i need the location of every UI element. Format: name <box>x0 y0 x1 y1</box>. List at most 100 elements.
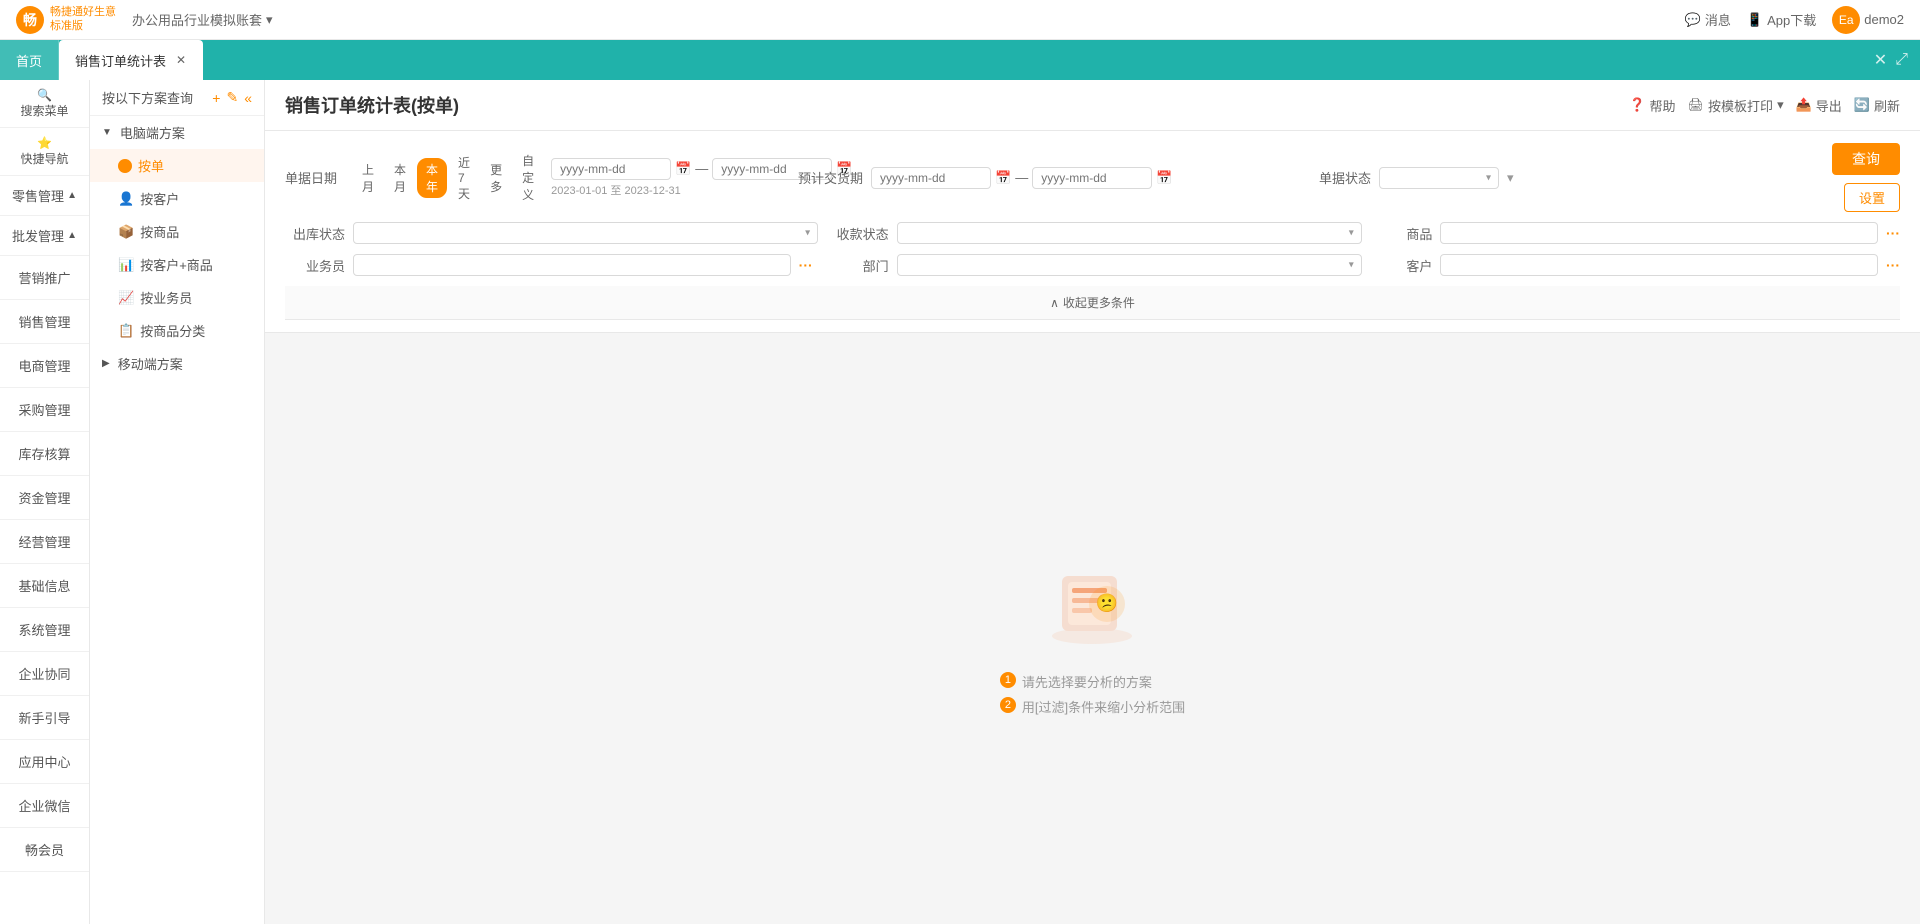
export-button[interactable]: 📤 导出 <box>1796 96 1842 115</box>
app-download-button[interactable]: 📱 App下载 <box>1747 10 1816 29</box>
salesperson-input[interactable] <box>353 254 791 276</box>
category-icon: 📋 <box>118 323 134 339</box>
date-btn-last-month[interactable]: 上月 <box>353 158 383 198</box>
tree-item-by-customer-goods[interactable]: 📊 按客户+商品 <box>90 248 264 281</box>
chevron-down-icon: ▾ <box>266 12 273 28</box>
date-btn-7days[interactable]: 近7天 <box>449 151 479 205</box>
sidebar-item-sales[interactable]: 销售管理 <box>0 300 89 344</box>
sidebar-item-app-center[interactable]: 应用中心 <box>0 740 89 784</box>
expected-date-end-input[interactable] <box>1032 167 1152 189</box>
main-content: 😕 1 请先选择要分析的方案 2 用[过滤]条件来缩小分析范围 <box>265 333 1920 924</box>
tree-item-by-customer[interactable]: 👤 按客户 <box>90 182 264 215</box>
tab-home[interactable]: 首页 <box>0 40 59 80</box>
sidebar-item-base-info[interactable]: 基础信息 <box>0 564 89 608</box>
expected-calendar-start-icon[interactable]: 📅 <box>995 170 1011 186</box>
refresh-icon: 🔄 <box>1854 97 1870 113</box>
date-start-input[interactable] <box>551 158 671 180</box>
sidebar-item-marketing[interactable]: 营销推广 <box>0 256 89 300</box>
tree-item-by-salesperson[interactable]: 📈 按业务员 <box>90 281 264 314</box>
tree-item-by-order[interactable]: 按单 <box>90 149 264 182</box>
sidebar-item-finance[interactable]: 资金管理 <box>0 476 89 520</box>
expected-date-start-input[interactable] <box>871 167 991 189</box>
sidebar-item-operations[interactable]: 经营管理 <box>0 520 89 564</box>
app-selector[interactable]: 办公用品行业模拟账套 ▾ <box>124 6 281 33</box>
collapse-button[interactable]: ∧ 收起更多条件 <box>1050 294 1135 311</box>
download-icon: 📱 <box>1747 12 1763 28</box>
sidebar-item-wechat[interactable]: 企业微信 <box>0 784 89 828</box>
settings-button[interactable]: 设置 <box>1844 183 1900 212</box>
salesperson-more-button[interactable]: ··· <box>799 257 813 273</box>
expand-icon[interactable]: ⤢ <box>1895 51 1908 69</box>
sidebar-item-system[interactable]: 系统管理 <box>0 608 89 652</box>
avatar: Ea <box>1832 6 1860 34</box>
left-panel: 按以下方案查询 + ✎ « ▼ 电脑端方案 按单 👤 按客户 <box>90 80 265 924</box>
date-btn-more[interactable]: 更多 <box>481 158 511 198</box>
newbie-label: 新手引导 <box>18 708 70 727</box>
goods-more-button[interactable]: ··· <box>1886 225 1900 241</box>
export-icon: 📤 <box>1796 97 1812 113</box>
collapse-panel-button[interactable]: « <box>244 90 252 106</box>
payment-status-select[interactable] <box>897 222 1362 244</box>
sidebar-item-ecommerce[interactable]: 电商管理 <box>0 344 89 388</box>
sidebar-item-wholesale[interactable]: 批发管理 ▲ <box>0 216 89 256</box>
expected-date-label: 预计交货期 <box>798 168 863 187</box>
empty-tip-2-text: 用[过滤]条件来缩小分析范围 <box>1022 697 1185 716</box>
tree-item-by-category[interactable]: 📋 按商品分类 <box>90 314 264 347</box>
search-menu-label: 搜索菜单 <box>8 102 81 119</box>
date-btn-group: 上月 本月 本年 近7天 更多 自定义 <box>353 149 543 206</box>
customer-more-button[interactable]: ··· <box>1886 257 1900 273</box>
customer-input[interactable] <box>1440 254 1878 276</box>
search-button[interactable]: 查询 <box>1832 143 1900 175</box>
tree-by-customer-goods-label: 按客户+商品 <box>140 255 213 274</box>
sidebar-item-newbie[interactable]: 新手引导 <box>0 696 89 740</box>
date-btn-this-year[interactable]: 本年 <box>417 158 447 198</box>
print-button[interactable]: 🖨 按模板打印 ▾ <box>1688 96 1784 115</box>
wechat-label: 企业微信 <box>18 796 70 815</box>
delivery-status-label: 出库状态 <box>285 224 345 243</box>
tree-item-mobile[interactable]: ▶ 移动端方案 <box>90 347 264 380</box>
help-button[interactable]: ❓ 帮助 <box>1629 96 1675 115</box>
message-button[interactable]: 💬 消息 <box>1685 10 1731 29</box>
page-title: 销售订单统计表(按单) <box>285 92 459 118</box>
tree-by-goods-label: 按商品 <box>140 222 179 241</box>
date-btn-custom[interactable]: 自定义 <box>513 149 543 206</box>
date-btn-this-month[interactable]: 本月 <box>385 158 415 198</box>
order-status-select[interactable] <box>1379 167 1499 189</box>
payment-status-label: 收款状态 <box>829 224 889 243</box>
sidebar-item-enterprise[interactable]: 企业协同 <box>0 652 89 696</box>
member-label: 畅会员 <box>25 840 64 859</box>
goods-input[interactable] <box>1440 222 1878 244</box>
tree-item-pc[interactable]: ▼ 电脑端方案 <box>90 116 264 149</box>
date-label: 单据日期 <box>285 168 345 187</box>
sidebar-item-purchase[interactable]: 采购管理 <box>0 388 89 432</box>
edit-scheme-button[interactable]: ✎ <box>226 89 238 106</box>
sidebar-search[interactable]: 🔍 搜索菜单 <box>0 80 89 128</box>
print-icon: 🖨 <box>1688 97 1705 113</box>
help-label: 帮助 <box>1650 96 1676 115</box>
left-panel-header: 按以下方案查询 + ✎ « <box>90 80 264 116</box>
sales-label: 销售管理 <box>18 312 70 331</box>
sidebar-item-retail[interactable]: 零售管理 ▲ <box>0 176 89 216</box>
customer-goods-icon: 📊 <box>118 257 134 273</box>
tabbar-controls: ✕ ⤢ <box>1874 50 1920 70</box>
add-scheme-button[interactable]: + <box>212 90 220 106</box>
tree-item-by-goods[interactable]: 📦 按商品 <box>90 215 264 248</box>
close-all-icon[interactable]: ✕ <box>1874 50 1887 70</box>
full-content: 按以下方案查询 + ✎ « ▼ 电脑端方案 按单 👤 按客户 <box>90 80 1920 924</box>
expected-calendar-end-icon[interactable]: 📅 <box>1156 170 1172 186</box>
refresh-button[interactable]: 🔄 刷新 <box>1854 96 1900 115</box>
sidebar-quick-nav[interactable]: ⭐ 快捷导航 <box>0 128 89 176</box>
main-layout: 🔍 搜索菜单 ⭐ 快捷导航 零售管理 ▲ 批发管理 ▲ 营销推广 销售管理 电商… <box>0 80 1920 924</box>
inventory-label: 库存核算 <box>18 444 70 463</box>
sidebar-item-inventory[interactable]: 库存核算 <box>0 432 89 476</box>
home-tab-label: 首页 <box>16 51 42 70</box>
calendar-start-icon[interactable]: 📅 <box>675 161 691 177</box>
sidebar-item-member[interactable]: 畅会员 <box>0 828 89 872</box>
close-tab-icon[interactable]: ✕ <box>176 53 186 67</box>
tab-sales-order[interactable]: 销售订单统计表 ✕ <box>59 40 203 80</box>
delivery-status-wrapper <box>353 222 818 244</box>
delivery-status-select[interactable] <box>353 222 818 244</box>
department-select[interactable] <box>897 254 1362 276</box>
user-menu-button[interactable]: Ea demo2 <box>1832 6 1904 34</box>
logo-text: 畅捷通好生意 标准版 <box>50 6 116 32</box>
